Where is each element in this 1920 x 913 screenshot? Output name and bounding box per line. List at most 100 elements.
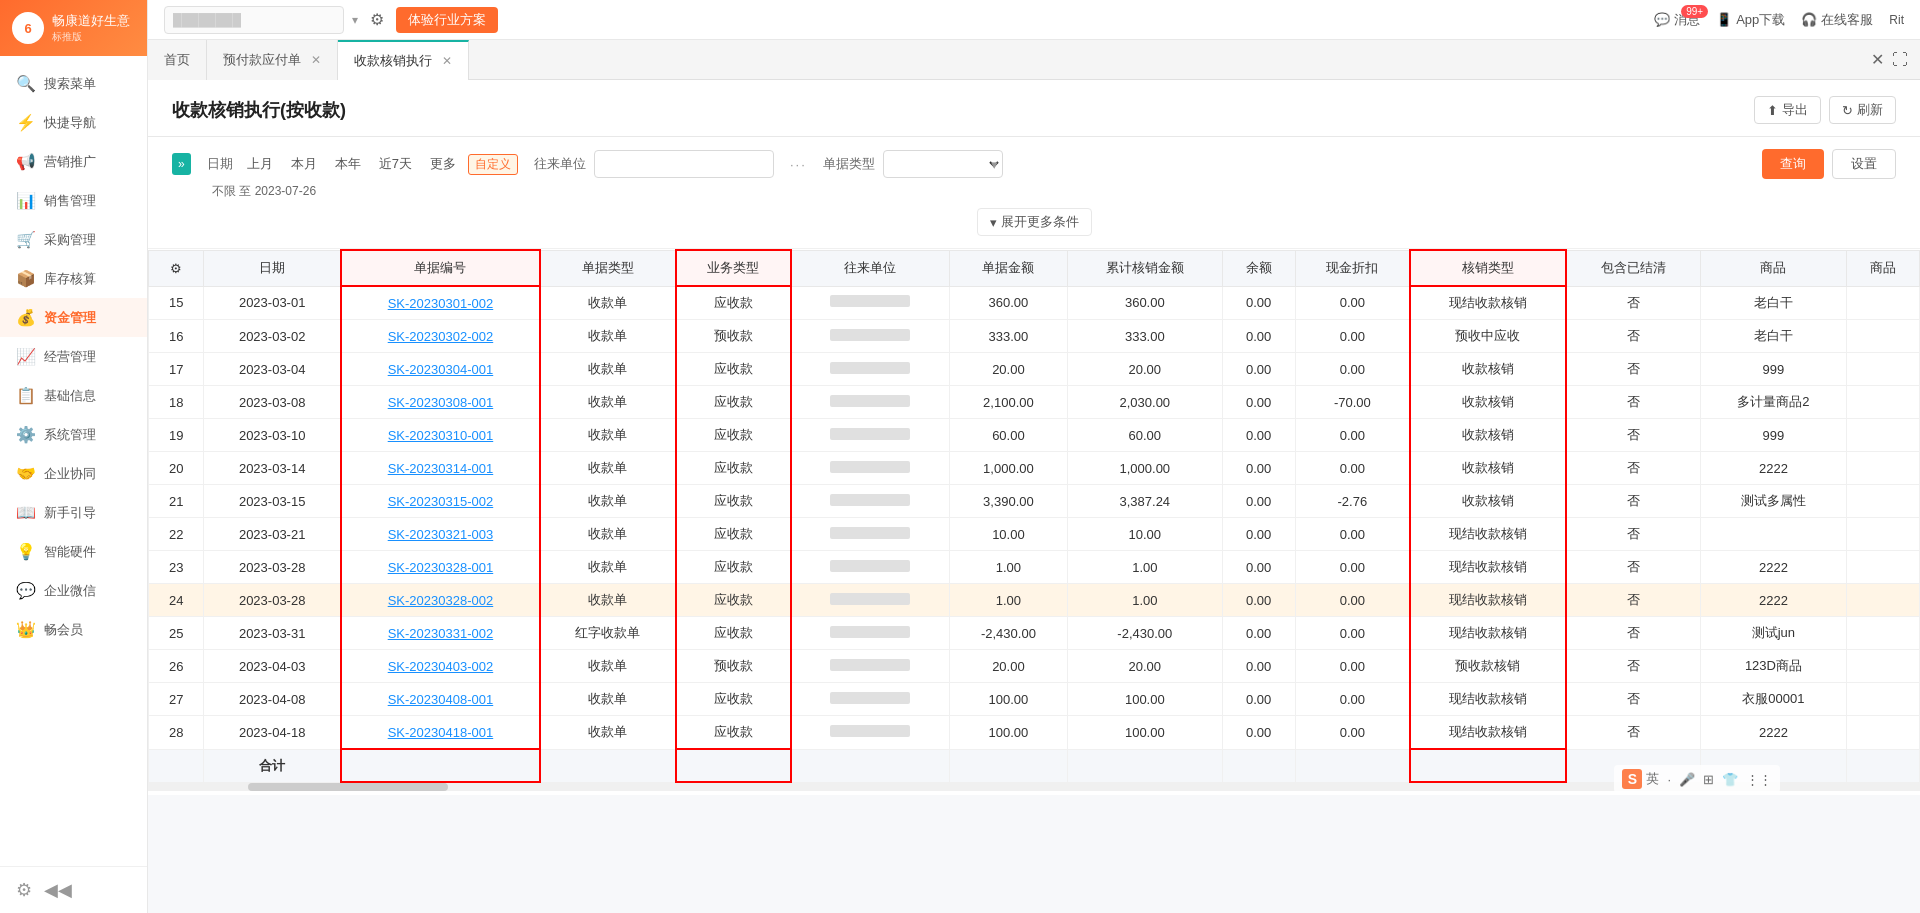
doc-link[interactable]: SK-20230321-003 (388, 527, 494, 542)
horizontal-scrollbar[interactable] (148, 783, 1920, 791)
th-10: 核销类型 (1410, 250, 1566, 286)
td-5-1: 2023-03-14 (204, 452, 341, 485)
topbar-gear-icon[interactable]: ⚙ (370, 10, 384, 29)
sidebar-label-10: 企业协同 (44, 465, 96, 483)
td-7-7: 10.00 (1068, 518, 1222, 551)
doc-link[interactable]: SK-20230328-002 (388, 593, 494, 608)
sidebar-item-10[interactable]: 🤝企业协同 (0, 454, 147, 493)
doc-link[interactable]: SK-20230308-001 (388, 395, 494, 410)
scrollbar-thumb[interactable] (248, 783, 448, 791)
td-12-2[interactable]: SK-20230408-001 (341, 683, 540, 716)
table-row: 282023-04-18SK-20230418-001收款单应收款100.001… (149, 716, 1920, 750)
username-display[interactable]: Rit (1889, 13, 1904, 27)
filter-date-options: 上月 本月 本年 近7天 更多 自定义 (241, 153, 518, 175)
td-11-2[interactable]: SK-20230403-002 (341, 650, 540, 683)
td-6-8: 0.00 (1222, 485, 1295, 518)
table-row: 242023-03-28SK-20230328-002收款单应收款1.001.0… (149, 584, 1920, 617)
sidebar-item-13[interactable]: 💬企业微信 (0, 571, 147, 610)
td-0-2[interactable]: SK-20230301-002 (341, 286, 540, 320)
td-0-10: 现结收款核销 (1410, 286, 1566, 320)
sidebar-item-12[interactable]: 💡智能硬件 (0, 532, 147, 571)
doc-link[interactable]: SK-20230328-001 (388, 560, 494, 575)
doc-link[interactable]: SK-20230315-002 (388, 494, 494, 509)
solution-button[interactable]: 体验行业方案 (396, 7, 498, 33)
td-2-5 (791, 353, 949, 386)
td-8-2[interactable]: SK-20230328-001 (341, 551, 540, 584)
topbar-dropdown-arrow[interactable]: ▾ (352, 13, 358, 27)
doc-link[interactable]: SK-20230302-002 (388, 329, 494, 344)
tab-1[interactable]: 预付款应付单✕ (207, 40, 338, 80)
td-5-2[interactable]: SK-20230314-001 (341, 452, 540, 485)
tab-2[interactable]: 收款核销执行✕ (338, 40, 469, 80)
expand-conditions-button[interactable]: ▾ 展开更多条件 (977, 208, 1092, 236)
sidebar-item-6[interactable]: 💰资金管理 (0, 298, 147, 337)
td-12-3: 收款单 (540, 683, 676, 716)
td-9-2[interactable]: SK-20230328-002 (341, 584, 540, 617)
td-9-13 (1846, 584, 1919, 617)
filter-this-year[interactable]: 本年 (329, 153, 367, 175)
td-13-2[interactable]: SK-20230418-001 (341, 716, 540, 750)
td-6-12: 测试多属性 (1701, 485, 1846, 518)
td-7-2[interactable]: SK-20230321-003 (341, 518, 540, 551)
page-header-actions: ⬆ 导出 ↻ 刷新 (1754, 96, 1896, 136)
filter-custom-btn[interactable]: 自定义 (468, 154, 518, 175)
sidebar-item-7[interactable]: 📈经营管理 (0, 337, 147, 376)
tab-close-2[interactable]: ✕ (442, 54, 452, 68)
td-6-2[interactable]: SK-20230315-002 (341, 485, 540, 518)
td-4-2[interactable]: SK-20230310-001 (341, 419, 540, 452)
table-footer-row: 合计 (149, 749, 1920, 782)
sidebar-item-1[interactable]: ⚡快捷导航 (0, 103, 147, 142)
td-1-2[interactable]: SK-20230302-002 (341, 320, 540, 353)
sidebar-item-9[interactable]: ⚙️系统管理 (0, 415, 147, 454)
doc-link[interactable]: SK-20230331-002 (388, 626, 494, 641)
filter-7days[interactable]: 近7天 (373, 153, 418, 175)
tab-close-1[interactable]: ✕ (311, 53, 321, 67)
sidebar-item-11[interactable]: 📖新手引导 (0, 493, 147, 532)
sidebar-item-2[interactable]: 📢营销推广 (0, 142, 147, 181)
table-row: 252023-03-31SK-20230331-002红字收款单应收款-2,43… (149, 617, 1920, 650)
doc-link[interactable]: SK-20230314-001 (388, 461, 494, 476)
doc-link[interactable]: SK-20230304-001 (388, 362, 494, 377)
td-8-4: 应收款 (676, 551, 791, 584)
tab-close-all[interactable]: ✕ (1871, 50, 1884, 69)
tab-maximize[interactable]: ⛶ (1892, 51, 1908, 69)
footer-td-4 (676, 749, 791, 782)
filter-counterpart-input[interactable] (594, 150, 774, 178)
sidebar-item-5[interactable]: 📦库存核算 (0, 259, 147, 298)
sidebar-item-14[interactable]: 👑畅会员 (0, 610, 147, 649)
filter-this-month[interactable]: 本月 (285, 153, 323, 175)
doc-link[interactable]: SK-20230301-002 (388, 296, 494, 311)
messages-button[interactable]: 💬 消息 99+ (1654, 11, 1700, 29)
app-download-button[interactable]: 📱 App下载 (1716, 11, 1785, 29)
sidebar-item-8[interactable]: 📋基础信息 (0, 376, 147, 415)
settings-button[interactable]: 设置 (1832, 149, 1896, 179)
tab-0[interactable]: 首页 (148, 40, 207, 80)
sidebar-item-3[interactable]: 📊销售管理 (0, 181, 147, 220)
td-8-5 (791, 551, 949, 584)
filter-receipt-type-select[interactable] (883, 150, 1003, 178)
col-settings-icon[interactable]: ⚙ (170, 261, 182, 276)
sidebar-logo: 6 畅康道好生意 标推版 (0, 0, 147, 56)
collapse-icon[interactable]: ◀◀ (44, 879, 72, 901)
td-3-9: -70.00 (1295, 386, 1410, 419)
doc-link[interactable]: SK-20230403-002 (388, 659, 494, 674)
doc-link[interactable]: SK-20230310-001 (388, 428, 494, 443)
td-13-5 (791, 716, 949, 750)
td-10-2[interactable]: SK-20230331-002 (341, 617, 540, 650)
refresh-button[interactable]: ↻ 刷新 (1829, 96, 1896, 124)
doc-link[interactable]: SK-20230418-001 (388, 725, 494, 740)
doc-link[interactable]: SK-20230408-001 (388, 692, 494, 707)
td-3-2[interactable]: SK-20230308-001 (341, 386, 540, 419)
td-2-2[interactable]: SK-20230304-001 (341, 353, 540, 386)
settings-icon[interactable]: ⚙ (16, 879, 32, 901)
td-13-3: 收款单 (540, 716, 676, 750)
filter-more[interactable]: 更多 (424, 153, 462, 175)
sidebar-item-0[interactable]: 🔍搜索菜单 (0, 64, 147, 103)
sidebar-item-4[interactable]: 🛒采购管理 (0, 220, 147, 259)
filter-expand-arrow[interactable]: » (172, 153, 191, 175)
export-button[interactable]: ⬆ 导出 (1754, 96, 1821, 124)
online-service-button[interactable]: 🎧 在线客服 (1801, 11, 1873, 29)
td-8-13 (1846, 551, 1919, 584)
query-button[interactable]: 查询 (1762, 149, 1824, 179)
filter-last-month[interactable]: 上月 (241, 153, 279, 175)
